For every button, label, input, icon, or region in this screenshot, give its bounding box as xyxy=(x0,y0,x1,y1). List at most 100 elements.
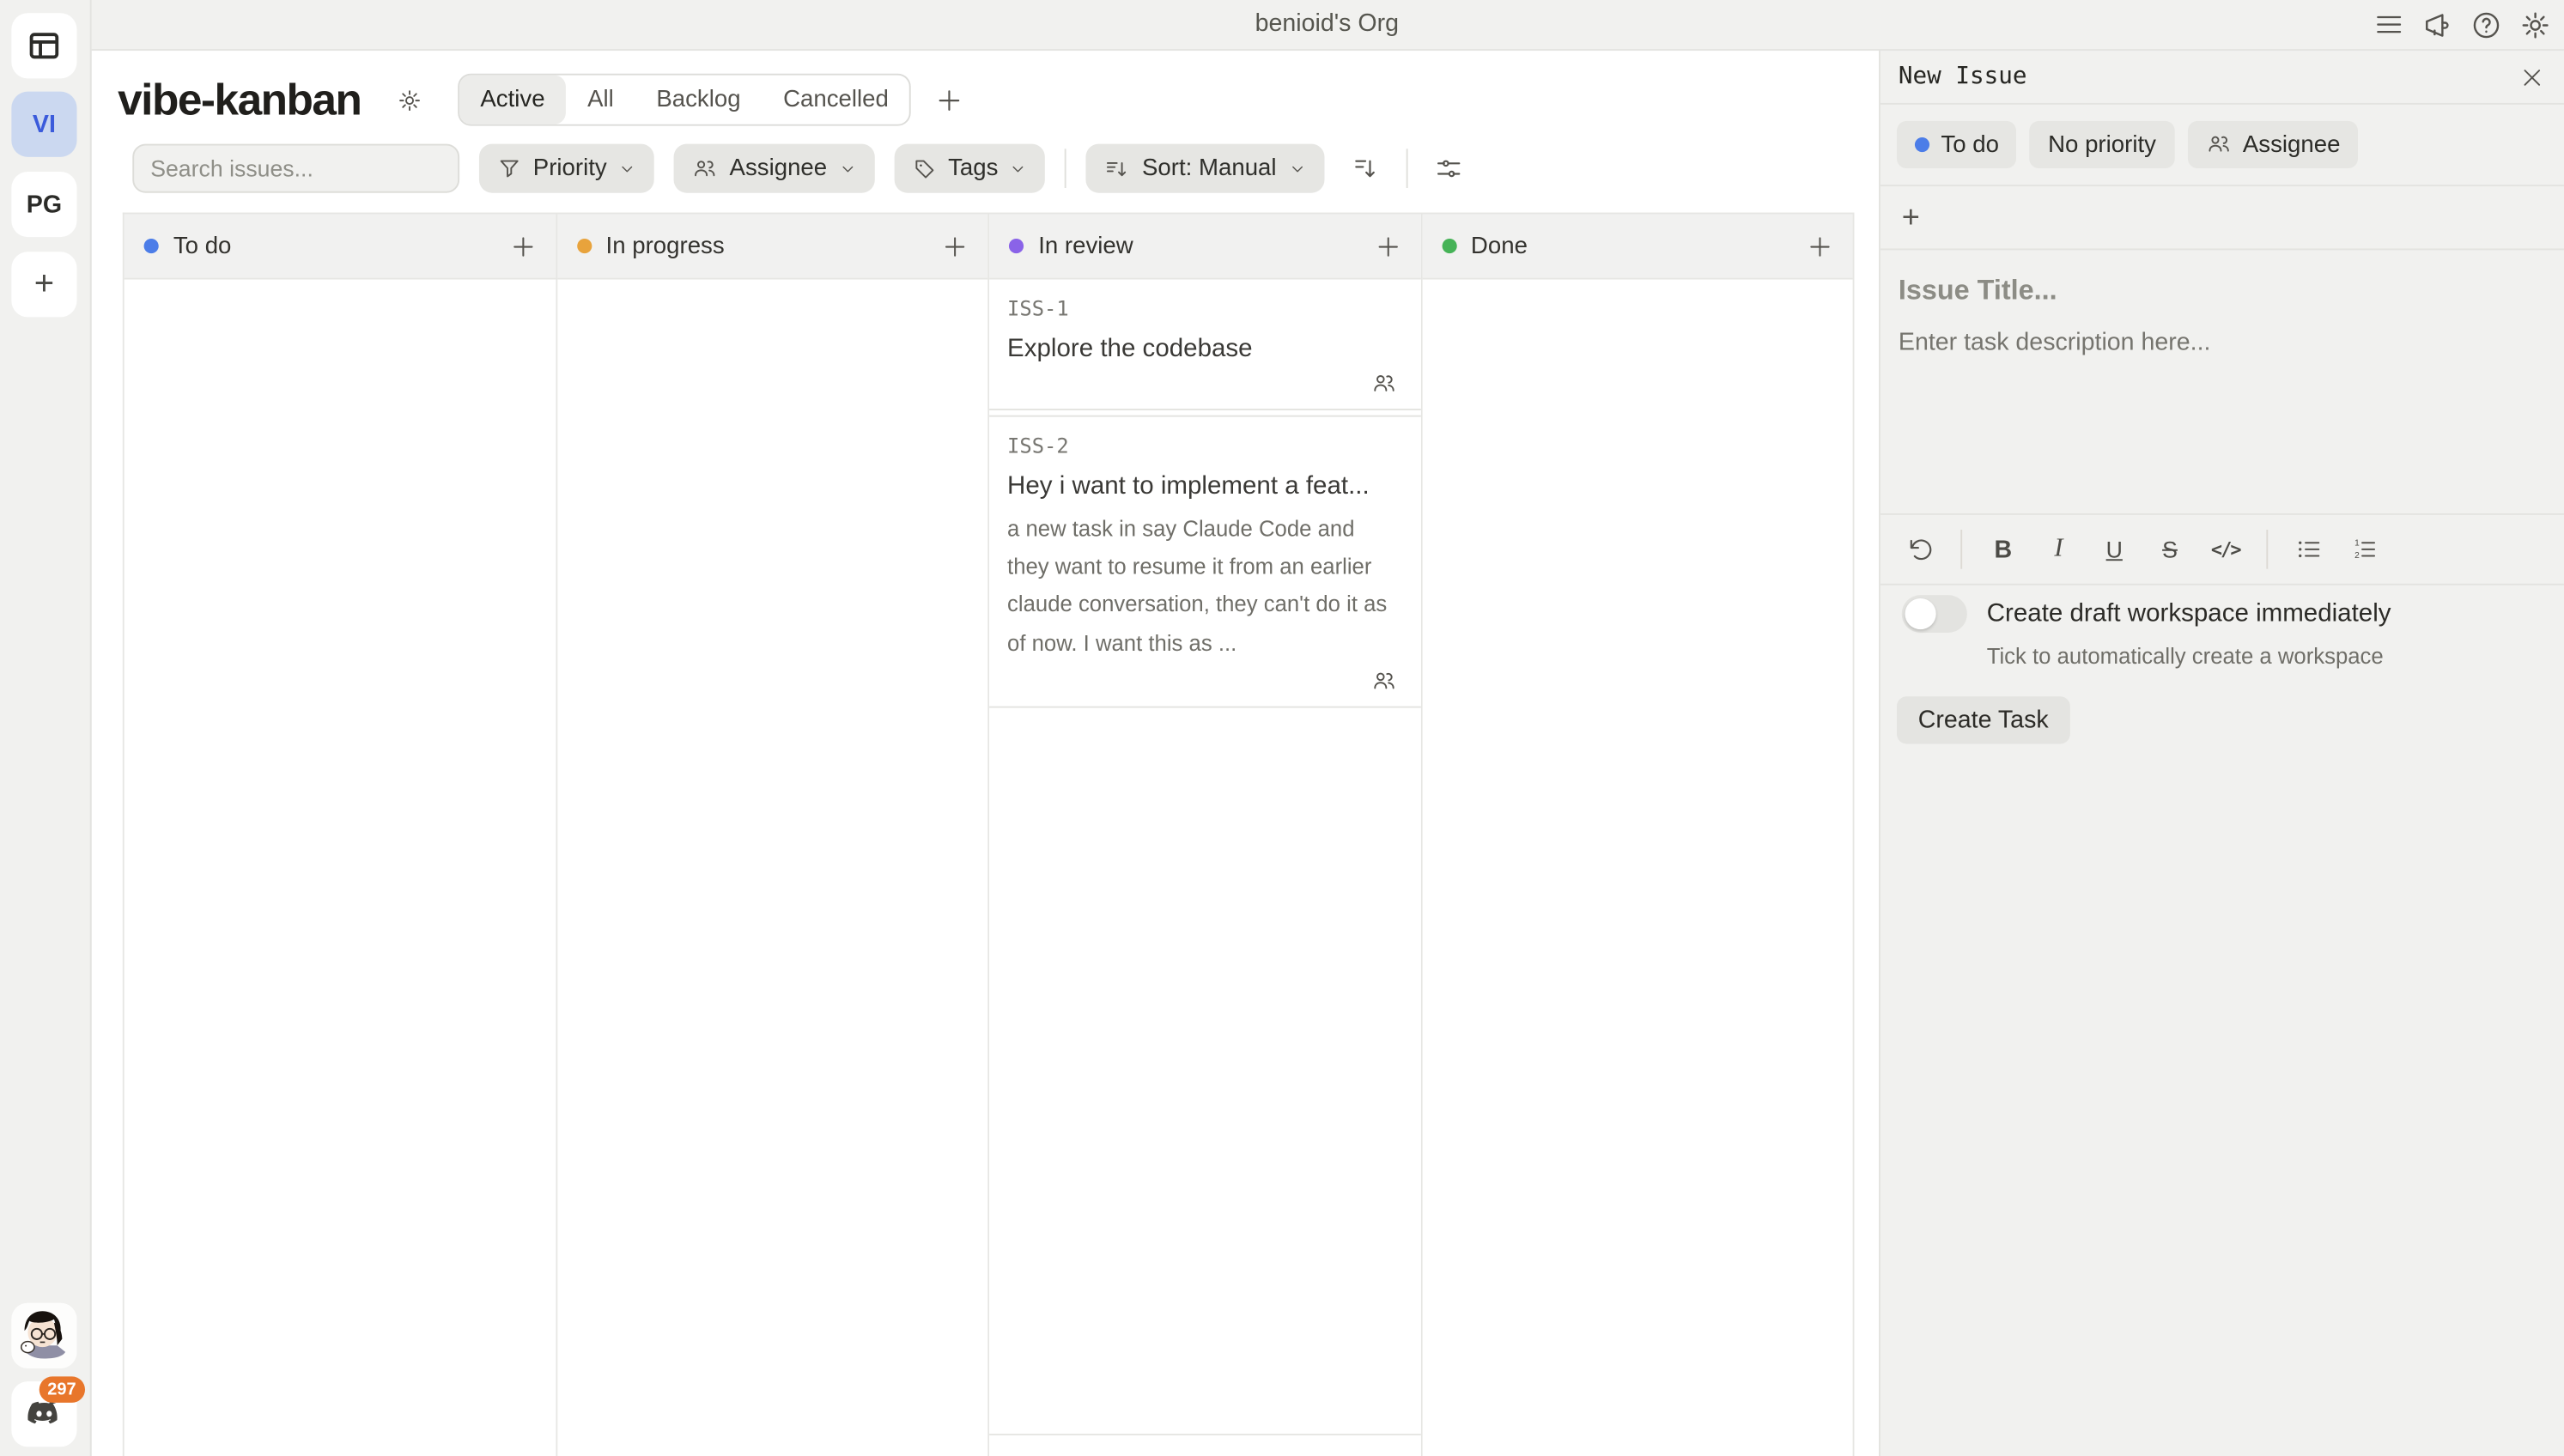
issue-title-input[interactable]: Issue Title... xyxy=(1880,250,2564,307)
add-property-button[interactable]: + xyxy=(1902,202,1920,233)
add-card-button[interactable] xyxy=(1375,233,1400,258)
workspace-item-vi[interactable]: VI xyxy=(11,92,76,157)
user-avatar[interactable] xyxy=(11,1303,76,1368)
status-dot xyxy=(144,239,159,253)
status-chip-label: To do xyxy=(1941,131,1999,157)
issue-description: a new task in say Claude Code and they w… xyxy=(1007,510,1400,662)
status-chip[interactable]: To do xyxy=(1897,121,2017,168)
italic-button[interactable]: I xyxy=(2044,530,2073,569)
issue-card-iss-2[interactable]: ISS-2 Hey i want to implement a feat... … xyxy=(989,416,1420,708)
assignee-chip[interactable]: Assignee xyxy=(2187,121,2358,168)
issue-properties: To do No priority Assignee xyxy=(1880,105,2564,168)
add-card-button[interactable] xyxy=(509,233,535,258)
assignee-icon[interactable] xyxy=(1370,669,1397,694)
filter-divider xyxy=(1406,149,1407,188)
board-header: vibe-kanban Active All Backlog Cancelled xyxy=(118,74,963,126)
issue-id: ISS-2 xyxy=(1007,434,1400,458)
column-in-review: In review ISS-1 Explore the codebase xyxy=(989,214,1422,1456)
toolbar-divider xyxy=(1960,530,1962,569)
assignee-filter-button[interactable]: Assignee xyxy=(674,144,875,193)
status-dot xyxy=(1915,137,1929,152)
menu-button[interactable] xyxy=(2373,9,2403,39)
sort-icon xyxy=(1104,156,1130,181)
numbered-list-button[interactable]: 1 2 xyxy=(2349,530,2379,569)
column-body xyxy=(125,280,556,1456)
workspace-initials: VI xyxy=(33,111,56,138)
app-window: VI PG + 297 xyxy=(0,0,2564,1456)
issue-card-iss-1[interactable]: ISS-1 Explore the codebase xyxy=(989,280,1420,410)
sort-label: Sort: Manual xyxy=(1142,155,1277,181)
underline-button[interactable]: U xyxy=(2099,530,2129,569)
workspace-initials: PG xyxy=(27,191,62,218)
undo-button[interactable] xyxy=(1905,530,1935,569)
issue-id: ISS-1 xyxy=(1007,296,1400,321)
search-input[interactable] xyxy=(132,144,459,193)
display-options-button[interactable] xyxy=(1427,147,1470,190)
chevron-down-icon xyxy=(1288,160,1306,178)
column-header: Done xyxy=(1422,214,1853,279)
column-title: In review xyxy=(1038,233,1374,258)
discord-notification-badge: 297 xyxy=(39,1376,84,1402)
issue-title: Hey i want to implement a feat... xyxy=(1007,472,1400,501)
tags-filter-label: Tags xyxy=(948,155,998,181)
help-button[interactable] xyxy=(2470,9,2501,39)
issue-title: Explore the codebase xyxy=(1007,335,1400,364)
toolbar-divider xyxy=(2266,530,2268,569)
workspace-item-pg[interactable]: PG xyxy=(11,172,76,237)
sort-descending-icon xyxy=(1350,155,1379,182)
board-settings-icon[interactable] xyxy=(397,88,422,112)
tab-cancelled[interactable]: Cancelled xyxy=(762,76,909,124)
tab-active[interactable]: Active xyxy=(459,76,567,124)
bullet-list-button[interactable] xyxy=(2294,530,2324,569)
column-header: In review xyxy=(989,214,1420,279)
view-tabs: Active All Backlog Cancelled xyxy=(458,74,912,126)
assignee-chip-label: Assignee xyxy=(2243,131,2341,157)
settings-button[interactable] xyxy=(2520,9,2551,39)
page-title: vibe-kanban xyxy=(118,75,361,125)
kanban-board: To do In progress xyxy=(123,213,1855,1456)
tab-backlog[interactable]: Backlog xyxy=(635,76,763,124)
add-issue-button[interactable] xyxy=(936,86,963,113)
column-header: To do xyxy=(125,214,556,279)
close-icon[interactable] xyxy=(2520,64,2545,89)
column-title: To do xyxy=(173,233,509,258)
svg-text:2: 2 xyxy=(2354,551,2360,561)
bold-button[interactable]: B xyxy=(1989,530,2018,569)
people-icon xyxy=(692,156,718,181)
workspace-toggle-row: Create draft workspace immediately Tick … xyxy=(1902,595,2551,669)
issue-description-input[interactable]: Enter task description here... xyxy=(1880,307,2564,356)
create-workspace-toggle[interactable] xyxy=(1902,595,1967,633)
strikethrough-button[interactable]: S xyxy=(2155,530,2184,569)
chevron-down-icon xyxy=(618,160,636,178)
status-dot xyxy=(1009,239,1024,253)
column-body xyxy=(556,280,987,1456)
announcements-button[interactable] xyxy=(2421,9,2452,39)
column-in-progress: In progress xyxy=(556,214,989,1456)
priority-chip[interactable]: No priority xyxy=(2030,121,2174,168)
panel-title: New Issue xyxy=(1899,64,2027,89)
filter-divider xyxy=(1066,149,1067,188)
projects-nav-button[interactable] xyxy=(11,13,76,78)
sort-button[interactable]: Sort: Manual xyxy=(1086,144,1324,193)
sort-direction-button[interactable] xyxy=(1344,147,1387,190)
add-card-button[interactable] xyxy=(1807,233,1832,258)
add-card-button[interactable] xyxy=(942,233,968,258)
column-drop-divider xyxy=(989,1434,1420,1435)
editor-toolbar: B I U S </> 1 2 xyxy=(1880,513,2564,585)
tags-filter-button[interactable]: Tags xyxy=(894,144,1045,193)
priority-filter-button[interactable]: Priority xyxy=(479,144,654,193)
new-issue-panel: New Issue To do No priority Assignee + I… xyxy=(1879,51,2564,1456)
tab-all[interactable]: All xyxy=(566,76,635,124)
svg-text:1: 1 xyxy=(2354,538,2360,548)
assignee-icon[interactable] xyxy=(1370,371,1397,396)
toggle-label: Create draft workspace immediately xyxy=(1987,599,2391,628)
status-dot xyxy=(1442,239,1456,253)
chevron-down-icon xyxy=(838,160,856,178)
column-title: In progress xyxy=(606,233,942,258)
column-body xyxy=(1422,280,1853,1456)
column-title: Done xyxy=(1471,233,1807,258)
create-task-button[interactable]: Create Task xyxy=(1897,696,2069,743)
toggle-hint: Tick to automatically create a workspace xyxy=(1987,644,2551,669)
add-workspace-button[interactable]: + xyxy=(11,252,76,317)
code-button[interactable]: </> xyxy=(2211,530,2240,569)
